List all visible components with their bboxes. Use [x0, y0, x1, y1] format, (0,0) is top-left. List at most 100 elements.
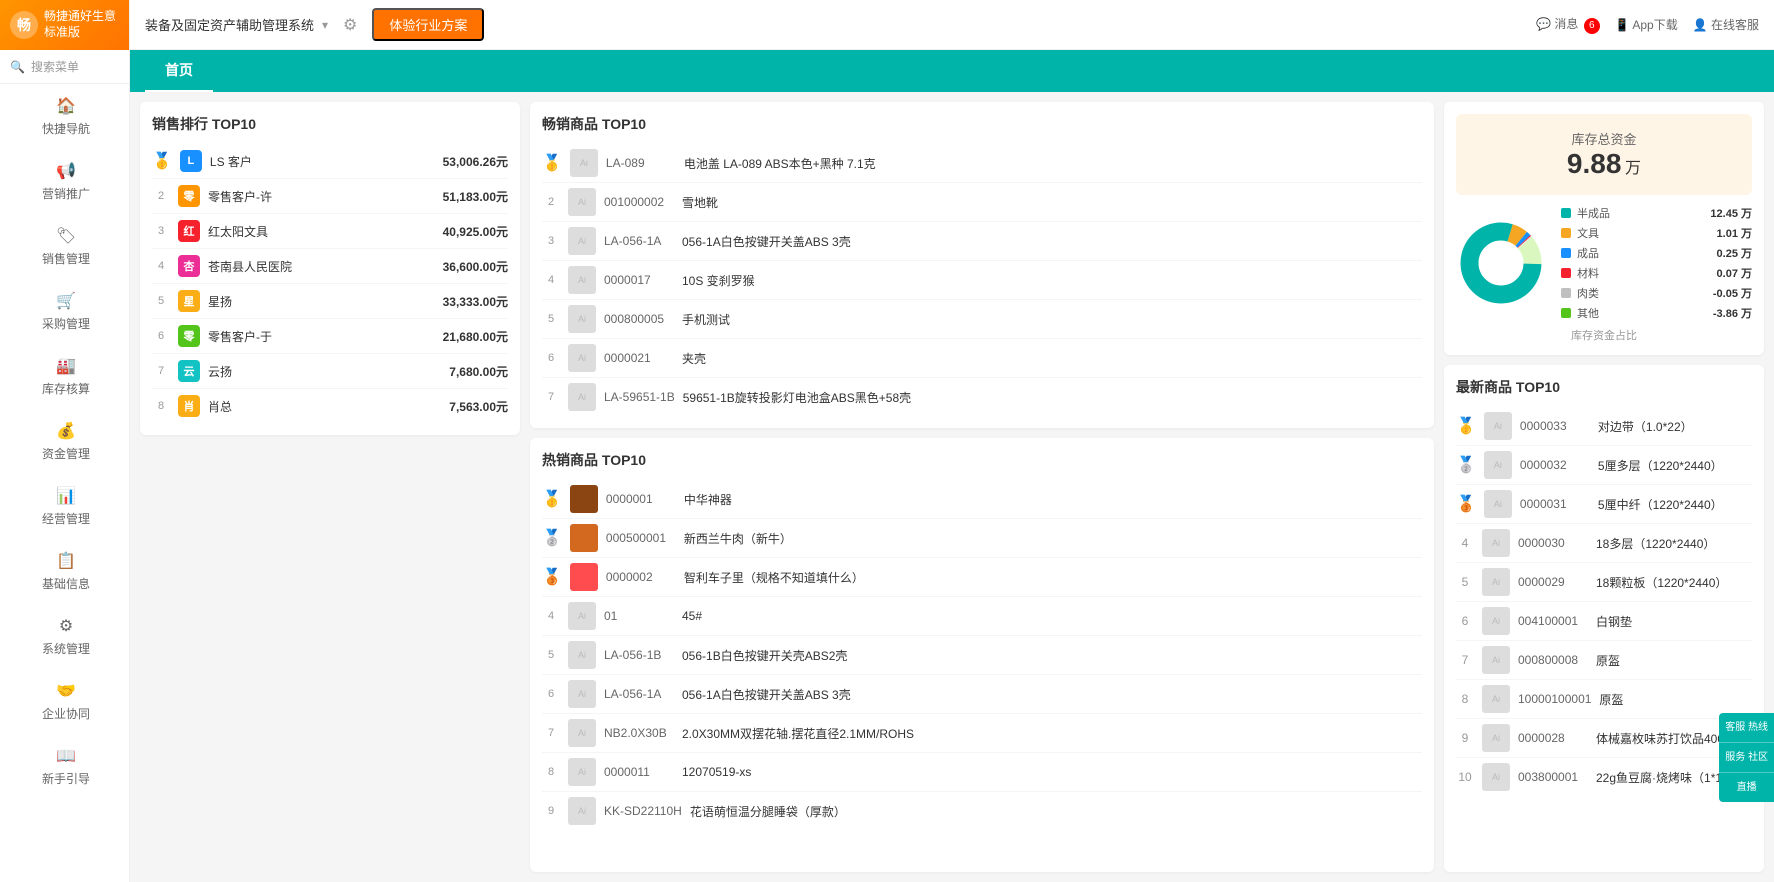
- legend-item: 成品 0.25 万: [1561, 245, 1752, 261]
- product-name: 白钢垫: [1596, 613, 1752, 630]
- coop-icon: 🤝: [56, 681, 76, 701]
- list-item: 2 零 零售客户-许 51,183.00元: [152, 179, 508, 214]
- msg-label: 消息: [1554, 17, 1578, 31]
- main-content: 装备及固定资产辅助管理系统 ▾ ⚙ 体验行业方案 💬 消息 6 📱 App下载 …: [130, 0, 1774, 882]
- legend-value: 1.01 万: [1697, 225, 1752, 241]
- customer-name: 肖总: [208, 398, 441, 415]
- avatar: 零: [178, 185, 200, 207]
- legend-name: 肉类: [1577, 285, 1691, 301]
- hot-products-card: 热销商品 TOP10 🥇 0000001 中华神器 🥈 000500001 新西…: [530, 438, 1434, 872]
- search-label: 搜索菜单: [31, 58, 79, 75]
- sidebar-item-system[interactable]: ⚙系统管理: [0, 604, 129, 669]
- rank-number: 5: [152, 295, 170, 307]
- rank-number: 3: [542, 235, 560, 247]
- list-item: 6 零 零售客户-于 21,680.00元: [152, 319, 508, 354]
- product-name: 原盔: [1596, 652, 1752, 669]
- logo-char: 畅: [17, 15, 31, 35]
- product-name: 056-1B白色按键开关壳ABS2壳: [682, 647, 1422, 664]
- search-menu[interactable]: 🔍 搜索菜单: [0, 50, 129, 84]
- latest-item: 7 Ai 000800008 原盔: [1456, 641, 1752, 680]
- product-code: 0000001: [606, 492, 676, 506]
- trial-button[interactable]: 体验行业方案: [372, 8, 484, 41]
- product-name: 手机测试: [682, 311, 1422, 328]
- customer-name: 云扬: [208, 363, 441, 380]
- product-code: 000800005: [604, 312, 674, 326]
- product-name: 新西兰牛肉（新牛）: [684, 530, 1422, 547]
- rank-number: 7: [1456, 653, 1474, 667]
- system-selector[interactable]: 装备及固定资产辅助管理系统 ▾: [145, 15, 328, 34]
- rank-number: 6: [542, 352, 560, 364]
- product-item: 2 Ai 001000002 雪地靴: [542, 183, 1422, 222]
- float-button[interactable]: 直播: [1719, 773, 1774, 802]
- top-customers-title-text: 销售排行 TOP10: [152, 114, 256, 134]
- legend-dot: [1561, 248, 1571, 258]
- sidebar-nav: 🏠快捷导航📢营销推广🏷销售管理🛒采购管理 🏭 库存核算 💰资金管理📊经营管理📋基础信息…: [0, 84, 129, 882]
- inventory-legend: 半成品 12.45 万 文具 1.01 万 成品 0.25 万 材料 0.07 …: [1561, 205, 1752, 321]
- sidebar-item-label: 库存核算: [42, 380, 90, 397]
- col-middle: 畅销商品 TOP10 🥇 Ai LA-089 电池盖 LA-089 ABS本色+…: [530, 102, 1434, 872]
- sidebar-logo: 畅 畅捷通好生意 标准版: [0, 0, 129, 50]
- bronze-medal-icon: 🥉: [1456, 494, 1476, 514]
- sidebar-item-marketing[interactable]: 📢营销推广: [0, 149, 129, 214]
- product-thumb: [570, 524, 598, 552]
- sidebar-item-guide[interactable]: 📖新手引导: [0, 734, 129, 799]
- rank-number: 3: [152, 225, 170, 237]
- float-button[interactable]: 服务 社区: [1719, 743, 1774, 773]
- product-name: 10S 变刹罗猴: [682, 272, 1422, 289]
- avatar: 肖: [178, 395, 200, 417]
- sidebar-item-home[interactable]: 🏠快捷导航: [0, 84, 129, 149]
- list-item: 4 杏 苍南县人民医院 36,600.00元: [152, 249, 508, 284]
- legend-item: 其他 -3.86 万: [1561, 305, 1752, 321]
- settings-icon[interactable]: ⚙: [343, 15, 357, 35]
- latest-products-title-text: 最新商品 TOP10: [1456, 377, 1560, 397]
- latest-item: 9 Ai 0000028 体械嘉枚味苏打饮品400毫升（1*15）: [1456, 719, 1752, 758]
- sidebar-item-label: 快捷导航: [42, 120, 90, 137]
- system-name: 装备及固定资产辅助管理系统: [145, 15, 314, 34]
- sidebar-item-purchase[interactable]: 🛒采购管理: [0, 279, 129, 344]
- topbar-right: 💬 消息 6 📱 App下载 👤 在线客服: [1536, 15, 1759, 34]
- inventory-amount: 9.88: [1567, 148, 1622, 179]
- rank-number: 8: [152, 400, 170, 412]
- product-code: KK-SD22110H: [604, 804, 682, 818]
- product-code: 0000017: [604, 273, 674, 287]
- best-selling-card: 畅销商品 TOP10 🥇 Ai LA-089 电池盖 LA-089 ABS本色+…: [530, 102, 1434, 428]
- legend-item: 材料 0.07 万: [1561, 265, 1752, 281]
- product-name: 056-1A白色按键开关盖ABS 3壳: [682, 233, 1422, 250]
- inventory-title: 库存总资金: [1471, 129, 1737, 148]
- product-code: 0000021: [604, 351, 674, 365]
- sidebar-item-coop[interactable]: 🤝企业协同: [0, 669, 129, 734]
- legend-value: -0.05 万: [1697, 285, 1752, 301]
- inventory-chart-label: 库存资金占比: [1456, 327, 1752, 343]
- sidebar-item-sales[interactable]: 🏷销售管理: [0, 214, 129, 279]
- product-name: 2.0X30MM双摆花轴.摆花直径2.1MM/ROHS: [682, 725, 1422, 742]
- sidebar-item-finance[interactable]: 💰资金管理: [0, 409, 129, 474]
- customer-amount: 53,006.26元: [443, 153, 508, 170]
- operation-icon: 📊: [56, 486, 76, 506]
- sidebar-item-inventory[interactable]: 🏭 库存核算: [0, 344, 129, 409]
- online-label: 在线客服: [1711, 18, 1759, 32]
- col-left: 销售排行 TOP10 🥇 L LS 客户 53,006.26元 2 零 零售客户…: [140, 102, 520, 872]
- product-thumb: Ai: [568, 227, 596, 255]
- tab-home[interactable]: 首页: [145, 50, 213, 92]
- product-thumb: Ai: [568, 641, 596, 669]
- inventory-icon: 🏭: [56, 356, 76, 376]
- app-download[interactable]: 📱 App下载: [1615, 16, 1678, 33]
- float-button[interactable]: 客服 热线: [1719, 713, 1774, 743]
- product-thumb: Ai: [1482, 529, 1510, 557]
- message-item[interactable]: 💬 消息 6: [1536, 15, 1600, 34]
- customer-amount: 7,563.00元: [449, 398, 508, 415]
- customer-amount: 33,333.00元: [443, 293, 508, 310]
- finance-icon: 💰: [56, 421, 76, 441]
- sidebar-item-basic[interactable]: 📋基础信息: [0, 539, 129, 604]
- product-name: 花语萌恒温分腿睡袋（厚款）: [690, 803, 1422, 820]
- latest-item: 🥇 Ai 0000033 对边带（1.0*22）: [1456, 407, 1752, 446]
- product-code: 0000031: [1520, 497, 1590, 511]
- product-code: 004100001: [1518, 614, 1588, 628]
- online-service[interactable]: 👤 在线客服: [1693, 16, 1759, 33]
- product-name: 5厘中纤（1220*2440）: [1598, 496, 1752, 513]
- list-item: 8 肖 肖总 7,563.00元: [152, 389, 508, 423]
- latest-products-title: 最新商品 TOP10: [1456, 377, 1752, 397]
- product-code: 10000100001: [1518, 692, 1591, 706]
- purchase-icon: 🛒: [56, 291, 76, 311]
- sidebar-item-operation[interactable]: 📊经营管理: [0, 474, 129, 539]
